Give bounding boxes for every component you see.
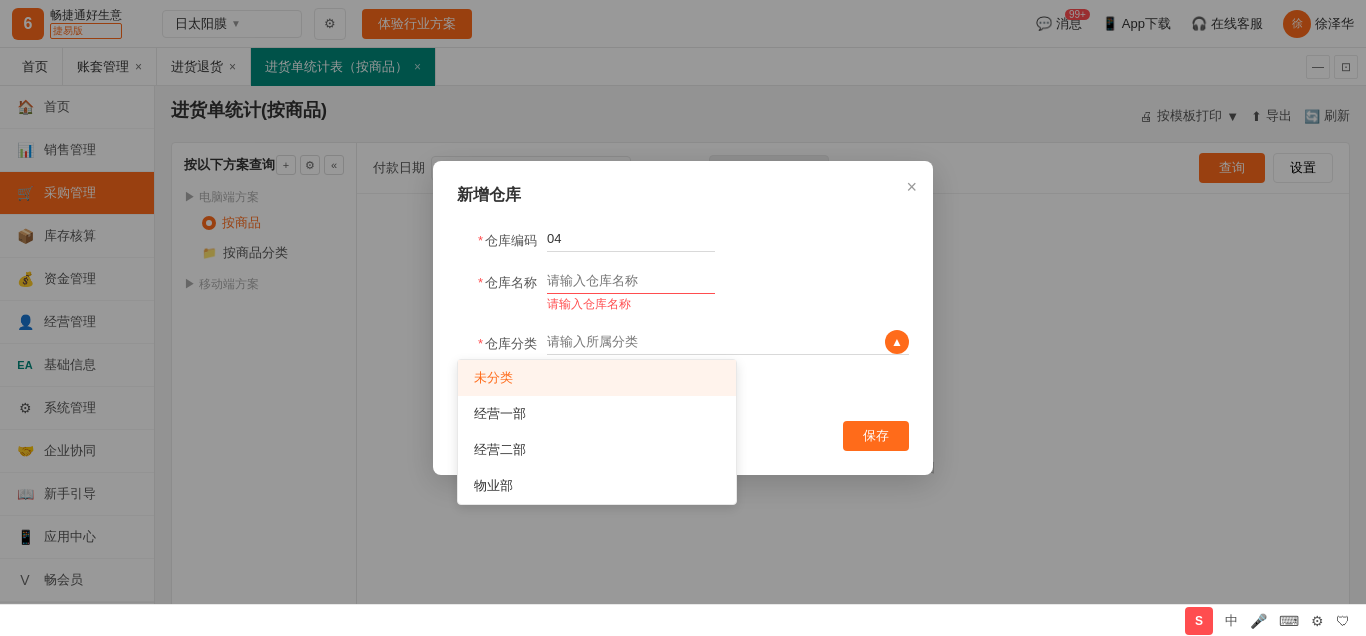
chinese-input-icon: 中 — [1225, 612, 1238, 630]
category-field-row: 仓库分类 ▲ 未分类 经营一部 经营二部 物业部 — [457, 329, 909, 355]
dropdown-option-property[interactable]: 物业部 — [458, 468, 736, 504]
dropdown-option-dept1[interactable]: 经营一部 — [458, 396, 736, 432]
dropdown-arrow-icon[interactable]: ▲ — [885, 330, 909, 354]
bottom-status-bar: S 中 🎤 ⌨ ⚙ 🛡 — [0, 604, 1366, 636]
category-dropdown-list: 未分类 经营一部 经营二部 物业部 — [457, 359, 737, 505]
keyboard-icon: ⌨ — [1279, 613, 1299, 629]
bottom-icons: S 中 🎤 ⌨ ⚙ 🛡 — [1185, 607, 1350, 635]
code-input-wrap — [547, 226, 909, 252]
code-input[interactable] — [547, 226, 715, 252]
mic-icon: 🎤 — [1250, 613, 1267, 629]
category-label: 仓库分类 — [457, 329, 537, 353]
category-dropdown: ▲ 未分类 经营一部 经营二部 物业部 — [547, 329, 909, 355]
modal-close-button[interactable]: × — [906, 177, 917, 198]
name-field-row: 仓库名称 请输入仓库名称 — [457, 268, 909, 313]
save-button[interactable]: 保存 — [843, 421, 909, 451]
name-label: 仓库名称 — [457, 268, 537, 292]
modal-overlay: 新增仓库 × 仓库编码 仓库名称 请输入仓库名称 仓库分类 ▲ — [0, 0, 1366, 636]
name-error-msg: 请输入仓库名称 — [547, 296, 909, 313]
s-icon: S — [1185, 607, 1213, 635]
modal-title: 新增仓库 — [457, 185, 909, 206]
dropdown-option-uncategorized[interactable]: 未分类 — [458, 360, 736, 396]
add-warehouse-modal: 新增仓库 × 仓库编码 仓库名称 请输入仓库名称 仓库分类 ▲ — [433, 161, 933, 475]
settings-bottom-icon: ⚙ — [1311, 613, 1324, 629]
category-input[interactable] — [547, 329, 909, 355]
code-label: 仓库编码 — [457, 226, 537, 250]
name-input-wrap: 请输入仓库名称 — [547, 268, 909, 313]
shield-icon: 🛡 — [1336, 613, 1350, 629]
category-input-wrap: ▲ 未分类 经营一部 经营二部 物业部 — [547, 329, 909, 355]
dropdown-option-dept2[interactable]: 经营二部 — [458, 432, 736, 468]
name-input[interactable] — [547, 268, 715, 294]
code-field-row: 仓库编码 — [457, 226, 909, 252]
